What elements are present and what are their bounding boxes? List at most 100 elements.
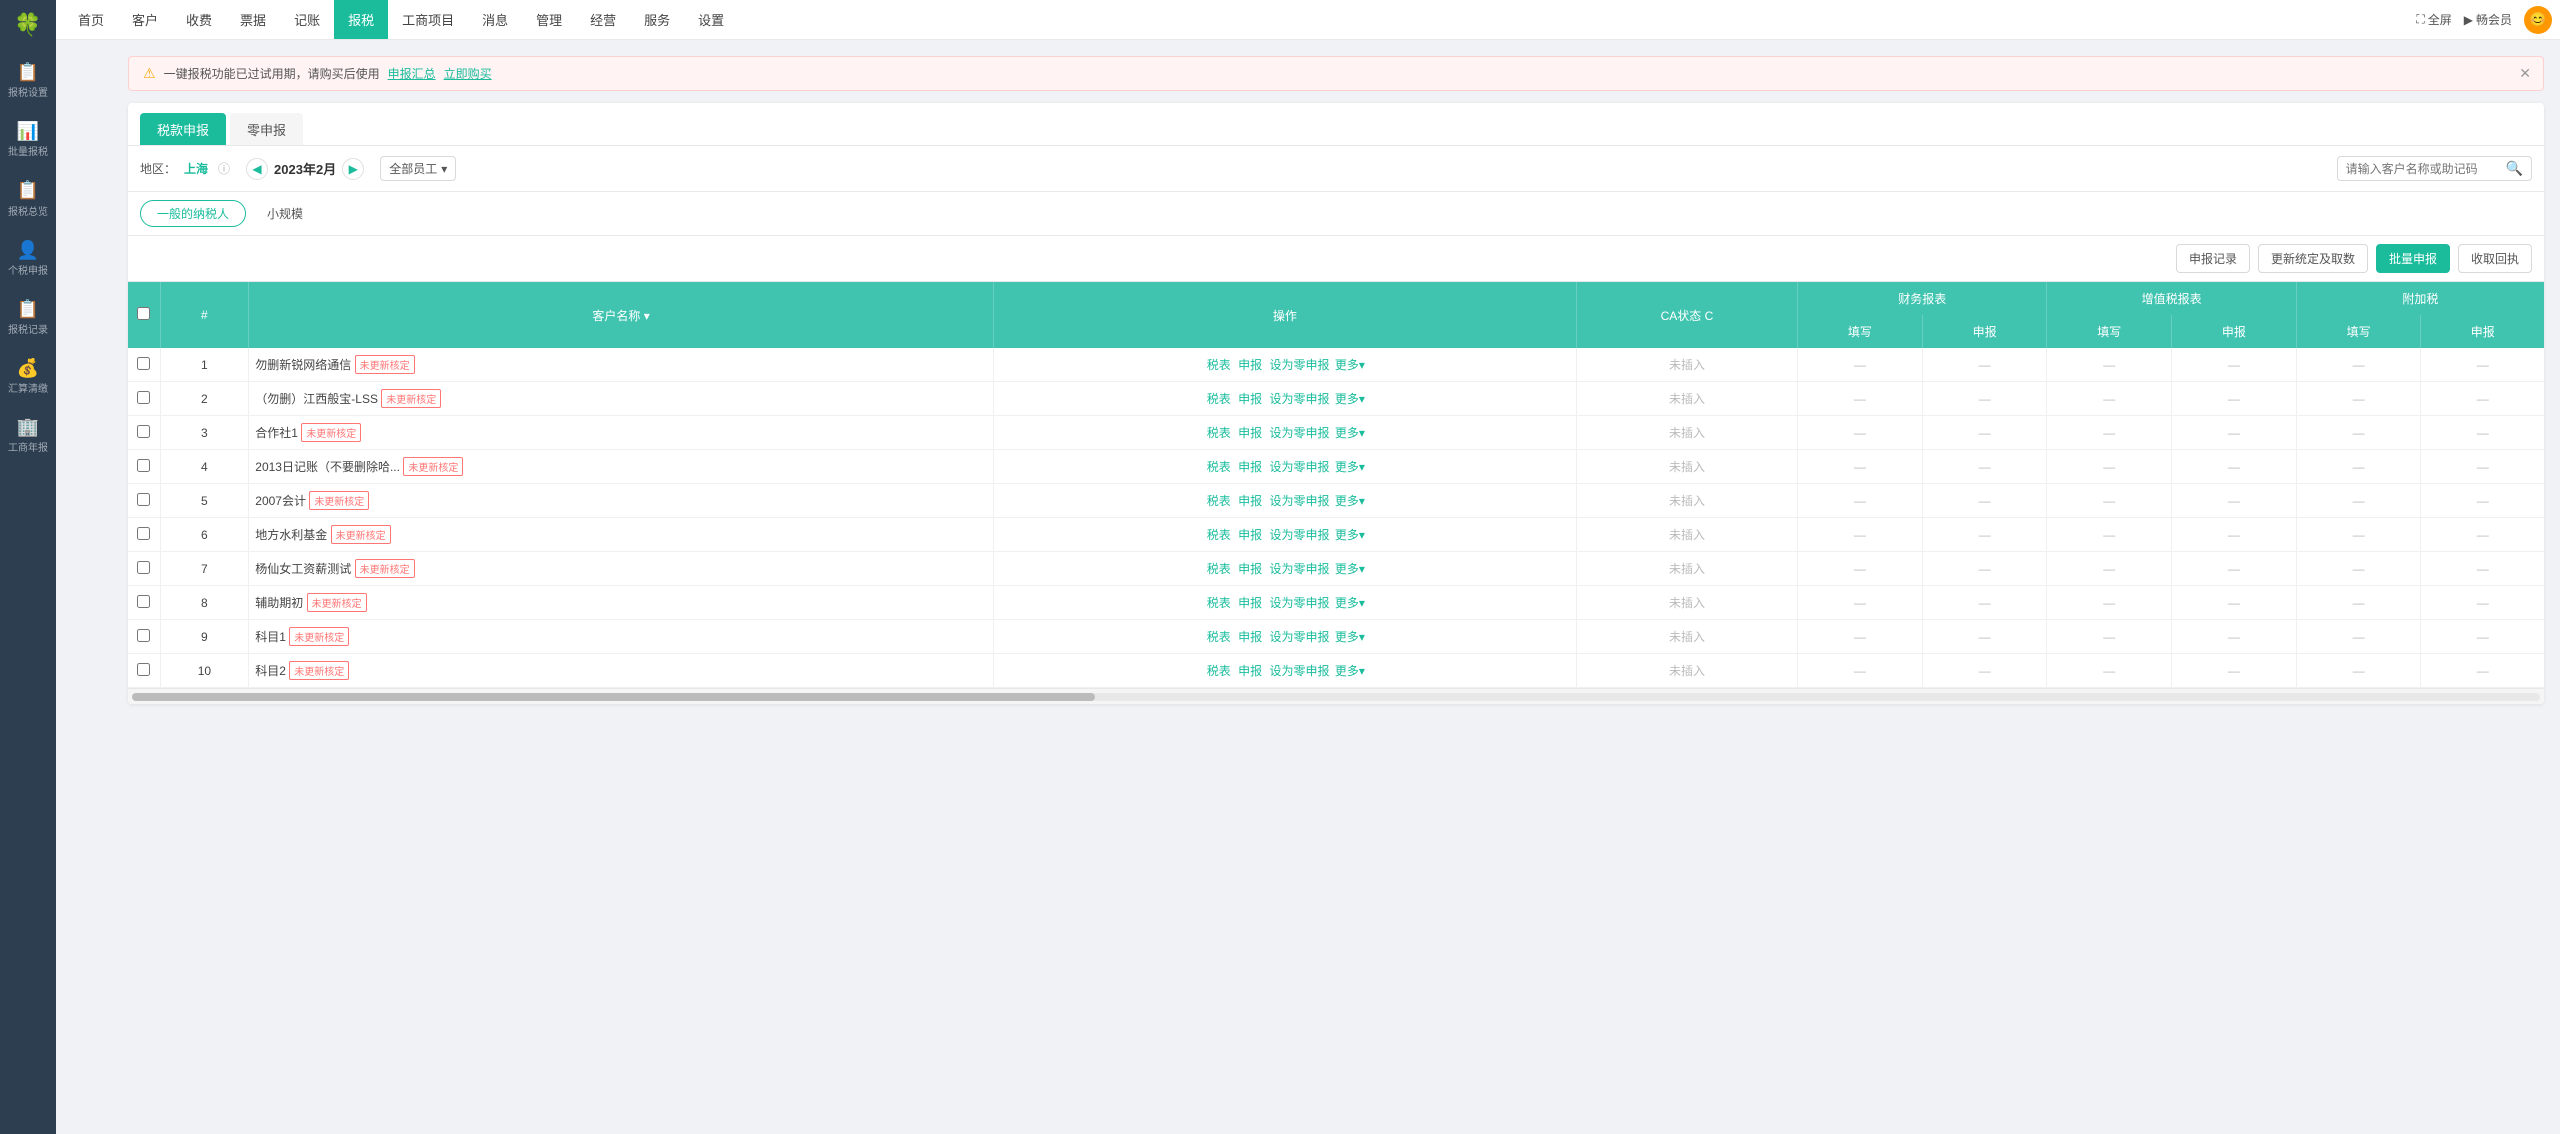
- nav-billing[interactable]: 收费: [172, 0, 226, 39]
- sidebar-item-tax-overview[interactable]: 📋 报税总览: [0, 168, 56, 227]
- department-selector[interactable]: 全部员工 ▾: [380, 156, 456, 181]
- tab-tax-declaration[interactable]: 税款申报: [140, 113, 226, 145]
- row-checkbox-2[interactable]: [137, 425, 150, 438]
- nav-operation[interactable]: 经营: [576, 0, 630, 39]
- row-checkbox-0[interactable]: [137, 357, 150, 370]
- banner-link-buy[interactable]: 立即购买: [444, 65, 492, 82]
- row-checkbox-4[interactable]: [137, 493, 150, 506]
- op-more-btn[interactable]: 更多▾: [1335, 664, 1365, 678]
- op-more-btn[interactable]: 更多▾: [1335, 596, 1365, 610]
- op-tax-link[interactable]: 税表: [1207, 630, 1231, 644]
- op-zero-link[interactable]: 设为零申报: [1270, 392, 1330, 406]
- tax-overview-icon: 📋: [17, 178, 39, 203]
- op-submit-link[interactable]: 申报: [1238, 528, 1262, 542]
- logo[interactable]: 🍀: [0, 0, 56, 50]
- horizontal-scrollbar[interactable]: [128, 688, 2544, 704]
- op-submit-link[interactable]: 申报: [1238, 392, 1262, 406]
- op-zero-link[interactable]: 设为零申报: [1270, 358, 1330, 372]
- op-tax-link[interactable]: 税表: [1207, 664, 1231, 678]
- op-more-btn[interactable]: 更多▾: [1335, 392, 1365, 406]
- select-all-checkbox[interactable]: [137, 307, 150, 320]
- update-button[interactable]: 更新统定及取数: [2258, 244, 2368, 273]
- sidebar-item-personal-tax[interactable]: 👤 个税申报: [0, 228, 56, 287]
- op-tax-link[interactable]: 税表: [1207, 494, 1231, 508]
- op-zero-link[interactable]: 设为零申报: [1270, 596, 1330, 610]
- op-zero-link[interactable]: 设为零申报: [1270, 426, 1330, 440]
- row-checkbox-5[interactable]: [137, 527, 150, 540]
- row-checkbox-6[interactable]: [137, 561, 150, 574]
- nav-tax[interactable]: 报税: [334, 0, 388, 39]
- nav-home[interactable]: 首页: [64, 0, 118, 39]
- search-input[interactable]: [2346, 162, 2506, 176]
- op-tax-link[interactable]: 税表: [1207, 358, 1231, 372]
- nav-service[interactable]: 服务: [630, 0, 684, 39]
- row-financial-submit: —: [1922, 518, 2047, 552]
- date-next-button[interactable]: ▶: [342, 158, 364, 180]
- nav-message[interactable]: 消息: [468, 0, 522, 39]
- banner-close-button[interactable]: ✕: [2519, 65, 2531, 82]
- table-row: 9 科目1 未更新核定 税表 申报 设为零申报 更多▾ 未插入 — — — — …: [128, 620, 2544, 654]
- op-tax-link[interactable]: 税表: [1207, 596, 1231, 610]
- op-more-btn[interactable]: 更多▾: [1335, 562, 1365, 576]
- op-submit-link[interactable]: 申报: [1238, 358, 1262, 372]
- row-checkbox-7[interactable]: [137, 595, 150, 608]
- nav-manage[interactable]: 管理: [522, 0, 576, 39]
- nav-business[interactable]: 工商项目: [388, 0, 468, 39]
- sidebar-item-tax-records[interactable]: 📋 报税记录: [0, 287, 56, 346]
- batch-submit-button[interactable]: 批量申报: [2376, 244, 2450, 273]
- sidebar-item-batch-tax[interactable]: 📊 批量报税: [0, 109, 56, 168]
- op-zero-link[interactable]: 设为零申报: [1270, 494, 1330, 508]
- row-checkbox-9[interactable]: [137, 663, 150, 676]
- op-zero-link[interactable]: 设为零申报: [1270, 528, 1330, 542]
- op-tax-link[interactable]: 税表: [1207, 460, 1231, 474]
- record-button[interactable]: 申报记录: [2176, 244, 2250, 273]
- op-tax-link[interactable]: 税表: [1207, 562, 1231, 576]
- op-submit-link[interactable]: 申报: [1238, 426, 1262, 440]
- sub-tab-small[interactable]: 小规模: [250, 200, 320, 227]
- op-zero-link[interactable]: 设为零申报: [1270, 460, 1330, 474]
- op-submit-link[interactable]: 申报: [1238, 596, 1262, 610]
- th-additional-tax: 附加税: [2296, 282, 2544, 315]
- nav-client[interactable]: 客户: [118, 0, 172, 39]
- op-more-btn[interactable]: 更多▾: [1335, 460, 1365, 474]
- op-tax-link[interactable]: 税表: [1207, 528, 1231, 542]
- retrieve-button[interactable]: 收取回执: [2458, 244, 2532, 273]
- op-tax-link[interactable]: 税表: [1207, 426, 1231, 440]
- sub-tab-general[interactable]: 一般的纳税人: [140, 200, 246, 227]
- date-prev-button[interactable]: ◀: [246, 158, 268, 180]
- row-checkbox-8[interactable]: [137, 629, 150, 642]
- nav-invoice[interactable]: 票据: [226, 0, 280, 39]
- member-button[interactable]: ▶ 畅会员: [2464, 11, 2512, 28]
- op-more-btn[interactable]: 更多▾: [1335, 630, 1365, 644]
- op-submit-link[interactable]: 申报: [1238, 630, 1262, 644]
- user-avatar[interactable]: 😊: [2524, 6, 2552, 34]
- row-checkbox-1[interactable]: [137, 391, 150, 404]
- row-tax-submit: —: [2172, 654, 2297, 688]
- fullscreen-button[interactable]: ⛶ 全屏: [2416, 11, 2451, 28]
- op-more-btn[interactable]: 更多▾: [1335, 358, 1365, 372]
- row-checkbox-3[interactable]: [137, 459, 150, 472]
- op-more-btn[interactable]: 更多▾: [1335, 494, 1365, 508]
- tab-zero-declaration[interactable]: 零申报: [230, 113, 303, 145]
- banner-link-summary[interactable]: 申报汇总: [388, 65, 436, 82]
- op-tax-link[interactable]: 税表: [1207, 392, 1231, 406]
- sidebar-item-tax-settings[interactable]: 📋 报税设置: [0, 50, 56, 109]
- sub-tabs: 一般的纳税人 小规模: [128, 192, 2544, 236]
- op-submit-link[interactable]: 申报: [1238, 562, 1262, 576]
- op-more-btn[interactable]: 更多▾: [1335, 528, 1365, 542]
- op-submit-link[interactable]: 申报: [1238, 460, 1262, 474]
- op-submit-link[interactable]: 申报: [1238, 494, 1262, 508]
- op-zero-link[interactable]: 设为零申报: [1270, 664, 1330, 678]
- op-zero-link[interactable]: 设为零申报: [1270, 630, 1330, 644]
- op-more-btn[interactable]: 更多▾: [1335, 426, 1365, 440]
- row-operations: 税表 申报 设为零申报 更多▾: [993, 620, 1576, 654]
- sidebar-item-annual-report[interactable]: 🏢 工商年报: [0, 405, 56, 464]
- search-icon[interactable]: 🔍: [2506, 160, 2523, 177]
- th-financial-submit: 申报: [1922, 315, 2047, 348]
- op-submit-link[interactable]: 申报: [1238, 664, 1262, 678]
- nav-settings[interactable]: 设置: [684, 0, 738, 39]
- nav-accounting[interactable]: 记账: [280, 0, 334, 39]
- info-icon[interactable]: ⓘ: [218, 160, 230, 177]
- op-zero-link[interactable]: 设为零申报: [1270, 562, 1330, 576]
- sidebar-item-annual-settlement[interactable]: 💰 汇算清缴: [0, 346, 56, 405]
